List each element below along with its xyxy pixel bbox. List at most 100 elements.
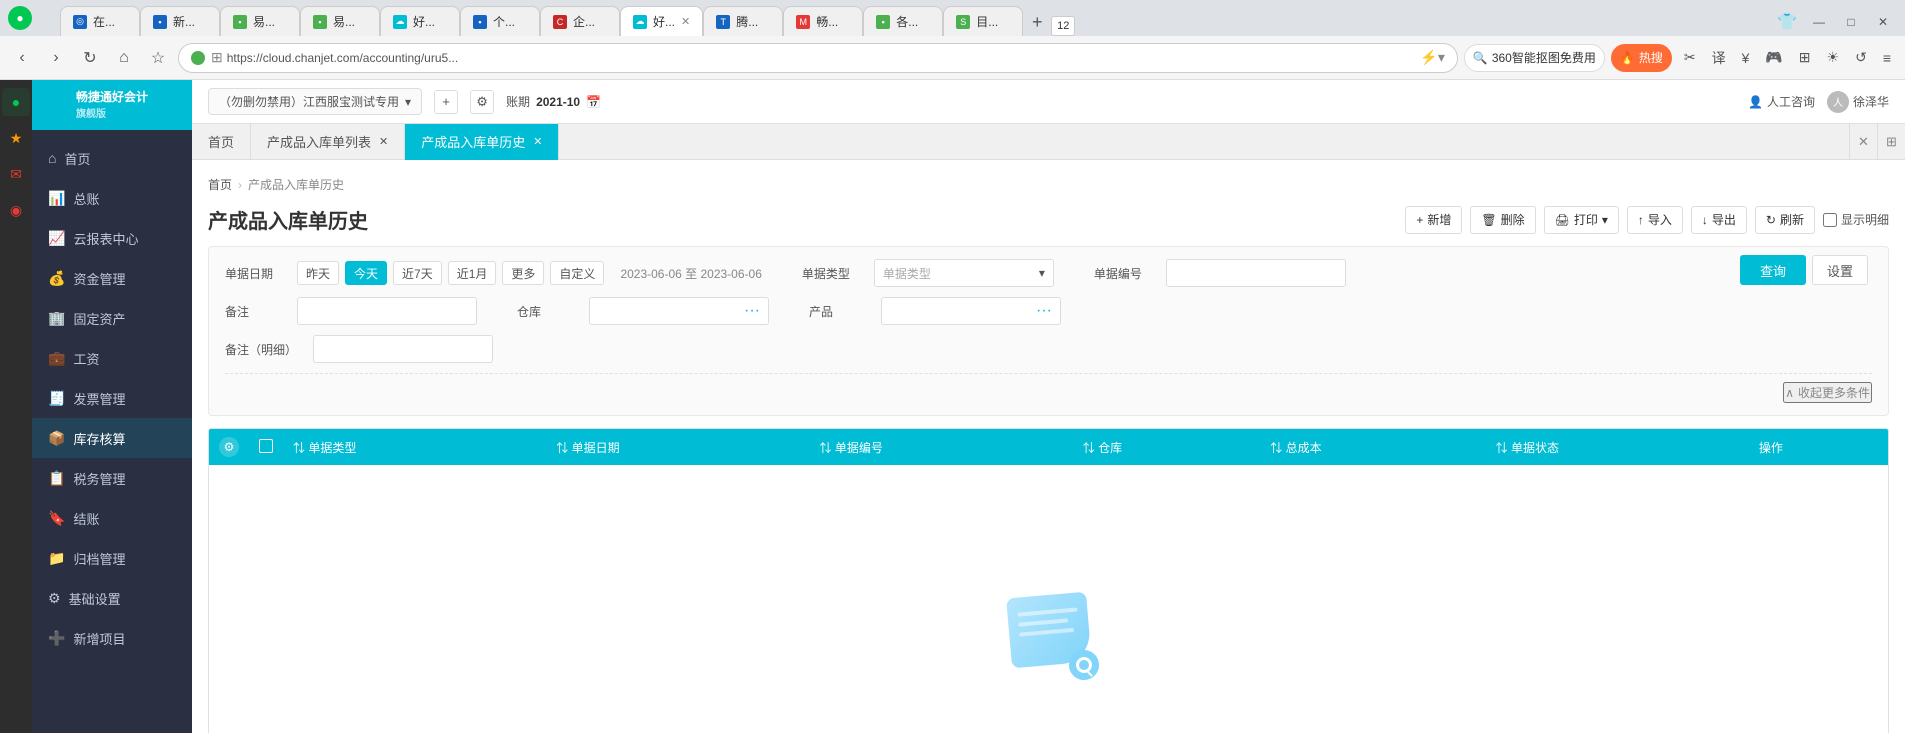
settings-company-button[interactable]: ⚙ — [470, 90, 494, 114]
sidebar-item-reports[interactable]: 📈 云报表中心 — [32, 218, 192, 258]
tab-home[interactable]: 首页 — [192, 124, 251, 160]
sidebar-item-ledger[interactable]: 📊 总账 — [32, 178, 192, 218]
date-btn-more[interactable]: 更多 — [502, 261, 544, 285]
select-all-checkbox[interactable] — [259, 439, 273, 453]
sidebar-item-funds[interactable]: 💰 资金管理 — [32, 258, 192, 298]
icon-bar-weibo[interactable]: ◉ — [2, 196, 30, 224]
tab-history[interactable]: 产成品入库单历史 ✕ — [405, 124, 559, 160]
detail-remark-input[interactable] — [313, 335, 493, 363]
table-settings-icon[interactable]: ⚙ — [219, 437, 239, 457]
sidebar-item-inventory[interactable]: 📦 库存核算 — [32, 418, 192, 458]
date-btn-custom[interactable]: 自定义 — [550, 261, 604, 285]
date-btn-today[interactable]: 今天 — [345, 261, 387, 285]
user-profile[interactable]: 人 徐泽华 — [1827, 91, 1889, 113]
th-bill-no[interactable]: ⇅ 单据编号 — [810, 429, 1073, 465]
warehouse-select[interactable]: ··· — [589, 297, 769, 325]
sidebar-item-home[interactable]: ⌂ 首页 — [32, 138, 192, 178]
tab-history-close-icon[interactable]: ✕ — [533, 135, 542, 148]
delete-button[interactable]: 🗑 删除 — [1470, 206, 1535, 234]
tab-12[interactable]: S 目... — [943, 6, 1023, 36]
tab-5[interactable]: ☁ 好... — [380, 6, 460, 36]
date-btn-yesterday[interactable]: 昨天 — [297, 261, 339, 285]
export-button[interactable]: ↓ 导出 — [1691, 206, 1747, 234]
panel-expand-button[interactable]: ⊞ — [1877, 124, 1905, 160]
import-button[interactable]: ↑ 导入 — [1627, 206, 1683, 234]
forward-button[interactable]: › — [42, 44, 70, 72]
tab-10[interactable]: M 畅... — [783, 6, 863, 36]
tab-11[interactable]: ▪ 各... — [863, 6, 943, 36]
th-checkbox[interactable] — [249, 429, 283, 465]
game-icon[interactable]: 🎮 — [1759, 49, 1788, 66]
settings-button[interactable]: 设置 — [1812, 255, 1868, 285]
icon-bar-star[interactable]: ★ — [2, 124, 30, 152]
tab-3[interactable]: ▪ 易... — [220, 6, 300, 36]
search-button[interactable]: 查询 — [1740, 255, 1806, 285]
tab-8[interactable]: ☁ 好... ✕ — [620, 6, 703, 36]
sidebar-item-fixed-assets[interactable]: 🏢 固定资产 — [32, 298, 192, 338]
sidebar-item-settlement[interactable]: 🔖 结账 — [32, 498, 192, 538]
sidebar-item-tax[interactable]: 📋 税务管理 — [32, 458, 192, 498]
th-warehouse[interactable]: ⇅ 仓库 — [1073, 429, 1260, 465]
address-bar[interactable]: ⊞ https://cloud.chanjet.com/accounting/u… — [178, 43, 1458, 73]
shirt-icon[interactable]: 👕 — [1773, 8, 1801, 36]
hot-search-btn[interactable]: 🔥 热搜 — [1611, 44, 1672, 72]
tab-list-close-icon[interactable]: ✕ — [379, 135, 388, 148]
user-service[interactable]: 👤 人工咨询 — [1748, 93, 1815, 110]
address-dropdown-icon[interactable]: ▾ — [1438, 49, 1445, 66]
product-more-icon[interactable]: ··· — [1036, 302, 1052, 320]
sidebar-item-new-items[interactable]: ➕ 新增项目 — [32, 618, 192, 658]
back-button[interactable]: ‹ — [8, 44, 36, 72]
refresh-button[interactable]: ↻ — [76, 44, 104, 72]
th-bill-date[interactable]: ⇅ 单据日期 — [546, 429, 809, 465]
new-tab-button[interactable]: + — [1023, 8, 1051, 36]
bill-no-input[interactable] — [1166, 259, 1346, 287]
panel-close-button[interactable]: ✕ — [1849, 124, 1877, 160]
grid-icon[interactable]: ⊞ — [1793, 49, 1817, 66]
tab-1[interactable]: ◎ 在... — [60, 6, 140, 36]
bookmark-button[interactable]: ☆ — [144, 44, 172, 72]
th-settings[interactable]: ⚙ — [209, 429, 249, 465]
translate-icon[interactable]: 译 — [1706, 48, 1732, 68]
address-lightning-icon[interactable]: ⚡ — [1420, 49, 1437, 66]
more-icon[interactable]: ≡ — [1877, 50, 1897, 66]
warehouse-more-icon[interactable]: ··· — [744, 302, 760, 320]
tab-4[interactable]: ▪ 易... — [300, 6, 380, 36]
minimize-button[interactable]: — — [1805, 8, 1833, 36]
home-button[interactable]: ⌂ — [110, 44, 138, 72]
bill-type-select[interactable]: 单据类型 ▾ — [874, 259, 1054, 287]
tab-6[interactable]: ▪ 个... — [460, 6, 540, 36]
add-company-button[interactable]: + — [434, 90, 458, 114]
tab-9[interactable]: T 腾... — [703, 6, 783, 36]
product-select[interactable]: ··· — [881, 297, 1061, 325]
tab-2[interactable]: ▪ 新... — [140, 6, 220, 36]
remark-input[interactable] — [297, 297, 477, 325]
print-button[interactable]: 🖨 打印 ▾ — [1544, 206, 1619, 234]
refresh-button[interactable]: ↻ 刷新 — [1755, 206, 1815, 234]
th-bill-status[interactable]: ⇅ 单据状态 — [1486, 429, 1749, 465]
date-btn-7days[interactable]: 近7天 — [393, 261, 442, 285]
th-total-cost[interactable]: ⇅ 总成本 — [1260, 429, 1485, 465]
sidebar-item-archive[interactable]: 📁 归档管理 — [32, 538, 192, 578]
tab-8-close-icon[interactable]: ✕ — [681, 15, 690, 28]
icon-bar-logo[interactable]: ● — [2, 88, 30, 116]
maximize-button[interactable]: □ — [1837, 8, 1865, 36]
display-toggle-checkbox[interactable] — [1823, 213, 1837, 227]
company-selector[interactable]: （勿删勿禁用）江西服宝测试专用 ▾ — [208, 88, 422, 115]
sidebar-item-basic-setup[interactable]: ⚙ 基础设置 — [32, 578, 192, 618]
th-bill-type[interactable]: ⇅ 单据类型 — [283, 429, 546, 465]
tab-list[interactable]: 产成品入库单列表 ✕ — [251, 124, 405, 160]
collapse-button[interactable]: ∧ 收起更多条件 — [1783, 382, 1872, 403]
tab-7[interactable]: C 企... — [540, 6, 620, 36]
date-btn-1month[interactable]: 近1月 — [448, 261, 497, 285]
brightness-icon[interactable]: ☀ — [1821, 49, 1846, 66]
yuan-icon[interactable]: ¥ — [1736, 50, 1756, 66]
sidebar-item-invoice[interactable]: 🧾 发票管理 — [32, 378, 192, 418]
undo-icon[interactable]: ↺ — [1849, 49, 1873, 66]
new-button[interactable]: + + 新增 新增 — [1405, 206, 1462, 234]
close-window-button[interactable]: ✕ — [1869, 8, 1897, 36]
breadcrumb-home[interactable]: 首页 — [208, 176, 232, 193]
calendar-icon[interactable]: 📅 — [586, 95, 601, 109]
search-360-btn[interactable]: 🔍 360智能抠图免费用 — [1464, 44, 1605, 72]
scissors-icon[interactable]: ✂ — [1678, 49, 1702, 66]
display-toggle[interactable]: 显示明细 — [1823, 211, 1889, 228]
